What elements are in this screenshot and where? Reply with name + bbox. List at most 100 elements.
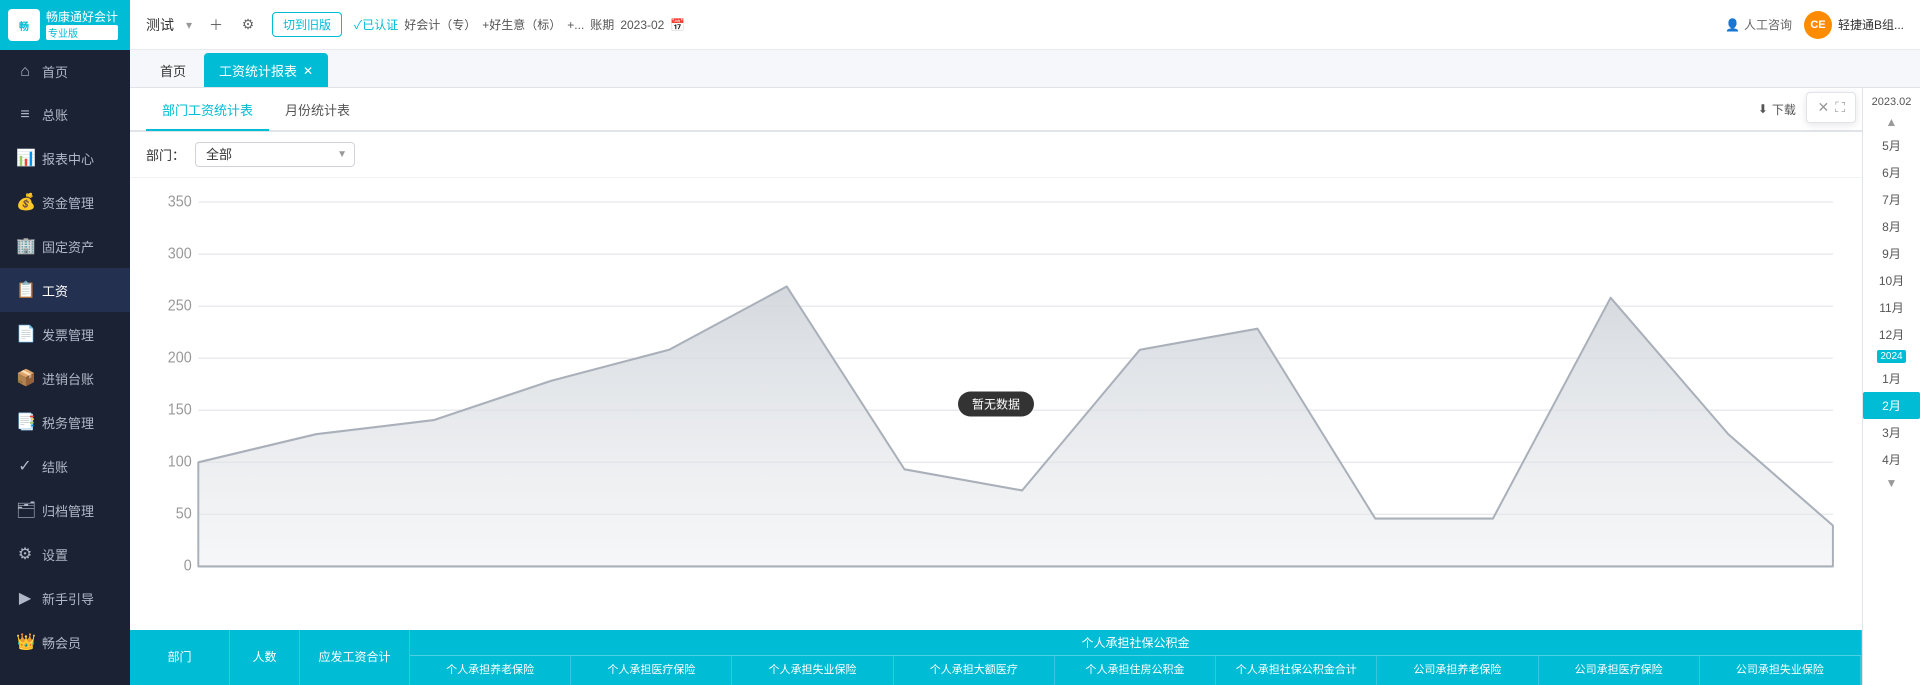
sidebar-label-funds: 资金管理	[42, 193, 94, 212]
user-name: 轻捷通B组...	[1838, 16, 1904, 33]
help-icon: 👤	[1725, 18, 1740, 32]
sidebar-label-checkout: 结账	[42, 457, 68, 476]
sidebar-label-member: 畅会员	[42, 633, 81, 652]
status-certified: ✓已认证	[354, 16, 398, 33]
period-value: 2023-02	[620, 18, 664, 32]
panel-month-7[interactable]: 7月	[1863, 186, 1920, 213]
assets-icon: 🏢	[16, 236, 34, 256]
logo-icon: 畅	[8, 9, 40, 41]
user-avatar: CE	[1804, 11, 1832, 39]
help-button[interactable]: 👤 人工咨询	[1725, 16, 1792, 33]
chart-tooltip: 暂无数据	[958, 392, 1034, 417]
subtab-dept-salary[interactable]: 部门工资统计表	[146, 90, 269, 131]
sidebar-label-archive: 归档管理	[42, 501, 94, 520]
table-group-title-personal: 个人承担社保公积金	[410, 630, 1861, 656]
sidebar-item-salary[interactable]: 📋 工资	[0, 268, 130, 312]
float-panel: ✕ ⛶	[1806, 92, 1856, 123]
topbar-icons: ＋ ⚙	[204, 13, 260, 37]
topbar-right: 👤 人工咨询 CE 轻捷通B组...	[1725, 11, 1904, 39]
panel-month-10[interactable]: 10月	[1863, 267, 1920, 294]
float-panel-expand-button[interactable]: ⛶	[1835, 99, 1845, 116]
sidebar-label-sales: 进销台账	[42, 369, 94, 388]
panel-month-6[interactable]: 6月	[1863, 159, 1920, 186]
panel-month-1[interactable]: 1月	[1863, 365, 1920, 392]
guide-icon: ▶	[16, 588, 34, 608]
svg-text:100: 100	[168, 453, 192, 471]
svg-text:50: 50	[176, 505, 192, 523]
sidebar-label-salary: 工资	[42, 281, 68, 300]
settings-button[interactable]: ⚙	[236, 13, 260, 37]
sidebar-nav: ⌂ 首页 ≡ 总账 📊 报表中心 💰 资金管理 🏢 固定资产 📋 工资 📄 发票…	[0, 50, 130, 685]
panel-scroll-up[interactable]: ▲	[1882, 112, 1902, 132]
filter-bar: 部门： 全部	[130, 132, 1862, 178]
invoice-icon: 📄	[16, 324, 34, 344]
filter-label: 部门：	[146, 145, 185, 164]
table-col-personal-major-medical: 个人承担大额医疗	[894, 656, 1055, 685]
funds-icon: 💰	[16, 192, 34, 212]
table-col-company-unemployment: 公司承担失业保险	[1700, 656, 1861, 685]
logo-badge: 专业版	[46, 25, 118, 40]
user-menu-button[interactable]: CE 轻捷通B组...	[1804, 11, 1904, 39]
sidebar-item-sales[interactable]: 📦 进销台账	[0, 356, 130, 400]
download-button[interactable]: ⬇ 下载	[1758, 101, 1796, 118]
content-area: 部门工资统计表 月份统计表 ⬇ 下载 ↻ 刷新	[130, 88, 1920, 685]
home-icon: ⌂	[16, 63, 34, 81]
topbar-dropdown-arrow[interactable]: ▾	[186, 18, 192, 32]
panel-year-label: 2023.02	[1870, 92, 1914, 112]
table-col-personal-unemployment: 个人承担失业保险	[732, 656, 893, 685]
panel-month-5[interactable]: 5月	[1863, 132, 1920, 159]
calendar-icon[interactable]: 📅	[670, 18, 685, 32]
switch-old-version-button[interactable]: 切到旧版	[272, 12, 342, 37]
table-col-personal-pension: 个人承担养老保险	[410, 656, 571, 685]
chart-area: 350 300 250 200 150 100 50 0	[130, 178, 1862, 630]
sidebar-item-checkout[interactable]: ✓ 结账	[0, 444, 130, 488]
table-col-personal-housing: 个人承担住房公积金	[1055, 656, 1216, 685]
sidebar-item-ledger[interactable]: ≡ 总账	[0, 93, 130, 136]
table-col-company-medical: 公司承担医疗保险	[1539, 656, 1700, 685]
tab-home[interactable]: 首页	[146, 54, 200, 87]
right-date-panel: 2023.02 ▲ 5月 6月 7月 8月 9月 10月 11月 12月 202…	[1862, 88, 1920, 685]
tab-close-salary[interactable]: ✕	[303, 64, 313, 78]
download-icon: ⬇	[1758, 102, 1768, 116]
settings-icon: ⚙	[16, 544, 34, 564]
panel-month-12[interactable]: 12月	[1863, 321, 1920, 348]
float-panel-close-button[interactable]: ✕	[1817, 99, 1829, 116]
sidebar-item-archive[interactable]: 🗂 归档管理	[0, 488, 130, 532]
sidebar-label-settings: 设置	[42, 545, 68, 564]
main-content: 测试 ▾ ＋ ⚙ 切到旧版 ✓已认证 好会计（专） +好生意（标） +... 账…	[130, 0, 1920, 685]
sidebar-item-settings[interactable]: ⚙ 设置	[0, 532, 130, 576]
svg-text:150: 150	[168, 401, 192, 419]
subtab-monthly-salary[interactable]: 月份统计表	[269, 90, 366, 131]
panel-month-3[interactable]: 3月	[1863, 419, 1920, 446]
sidebar-item-assets[interactable]: 🏢 固定资产	[0, 224, 130, 268]
topbar-status: ✓已认证 好会计（专） +好生意（标） +... 账期 2023-02 📅	[354, 16, 685, 33]
status-more: +...	[567, 18, 584, 32]
sidebar-item-invoice[interactable]: 📄 发票管理	[0, 312, 130, 356]
subtabs-bar: 部门工资统计表 月份统计表 ⬇ 下载 ↻ 刷新	[130, 88, 1862, 132]
tab-salary-label: 工资统计报表	[219, 61, 297, 80]
panel-scroll-down[interactable]: ▼	[1882, 473, 1902, 493]
archive-icon: 🗂	[16, 500, 34, 520]
sidebar-label-ledger: 总账	[42, 105, 68, 124]
panel-month-8[interactable]: 8月	[1863, 213, 1920, 240]
tabbar: 首页 工资统计报表 ✕	[130, 50, 1920, 88]
status-business: +好生意（标）	[482, 16, 561, 33]
sidebar-item-funds[interactable]: 💰 资金管理	[0, 180, 130, 224]
svg-text:350: 350	[168, 193, 192, 211]
sidebar-item-tax[interactable]: 📑 税务管理	[0, 400, 130, 444]
sidebar-item-guide[interactable]: ▶ 新手引导	[0, 576, 130, 620]
svg-text:200: 200	[168, 349, 192, 367]
sidebar-item-home[interactable]: ⌂ 首页	[0, 50, 130, 93]
table-col-salary: 应发工资合计	[300, 630, 410, 685]
panel-month-11[interactable]: 11月	[1863, 294, 1920, 321]
sidebar-item-member[interactable]: 👑 畅会员	[0, 620, 130, 664]
panel-month-9[interactable]: 9月	[1863, 240, 1920, 267]
panel-month-4[interactable]: 4月	[1863, 446, 1920, 473]
panel-month-2[interactable]: 2月	[1863, 392, 1920, 419]
table-col-personal-total: 个人承担社保公积金合计	[1216, 656, 1377, 685]
add-button[interactable]: ＋	[204, 13, 228, 37]
department-select[interactable]: 全部	[195, 142, 355, 167]
sidebar-item-reports[interactable]: 📊 报表中心	[0, 136, 130, 180]
tab-salary-report[interactable]: 工资统计报表 ✕	[204, 53, 328, 87]
sidebar-label-guide: 新手引导	[42, 589, 94, 608]
